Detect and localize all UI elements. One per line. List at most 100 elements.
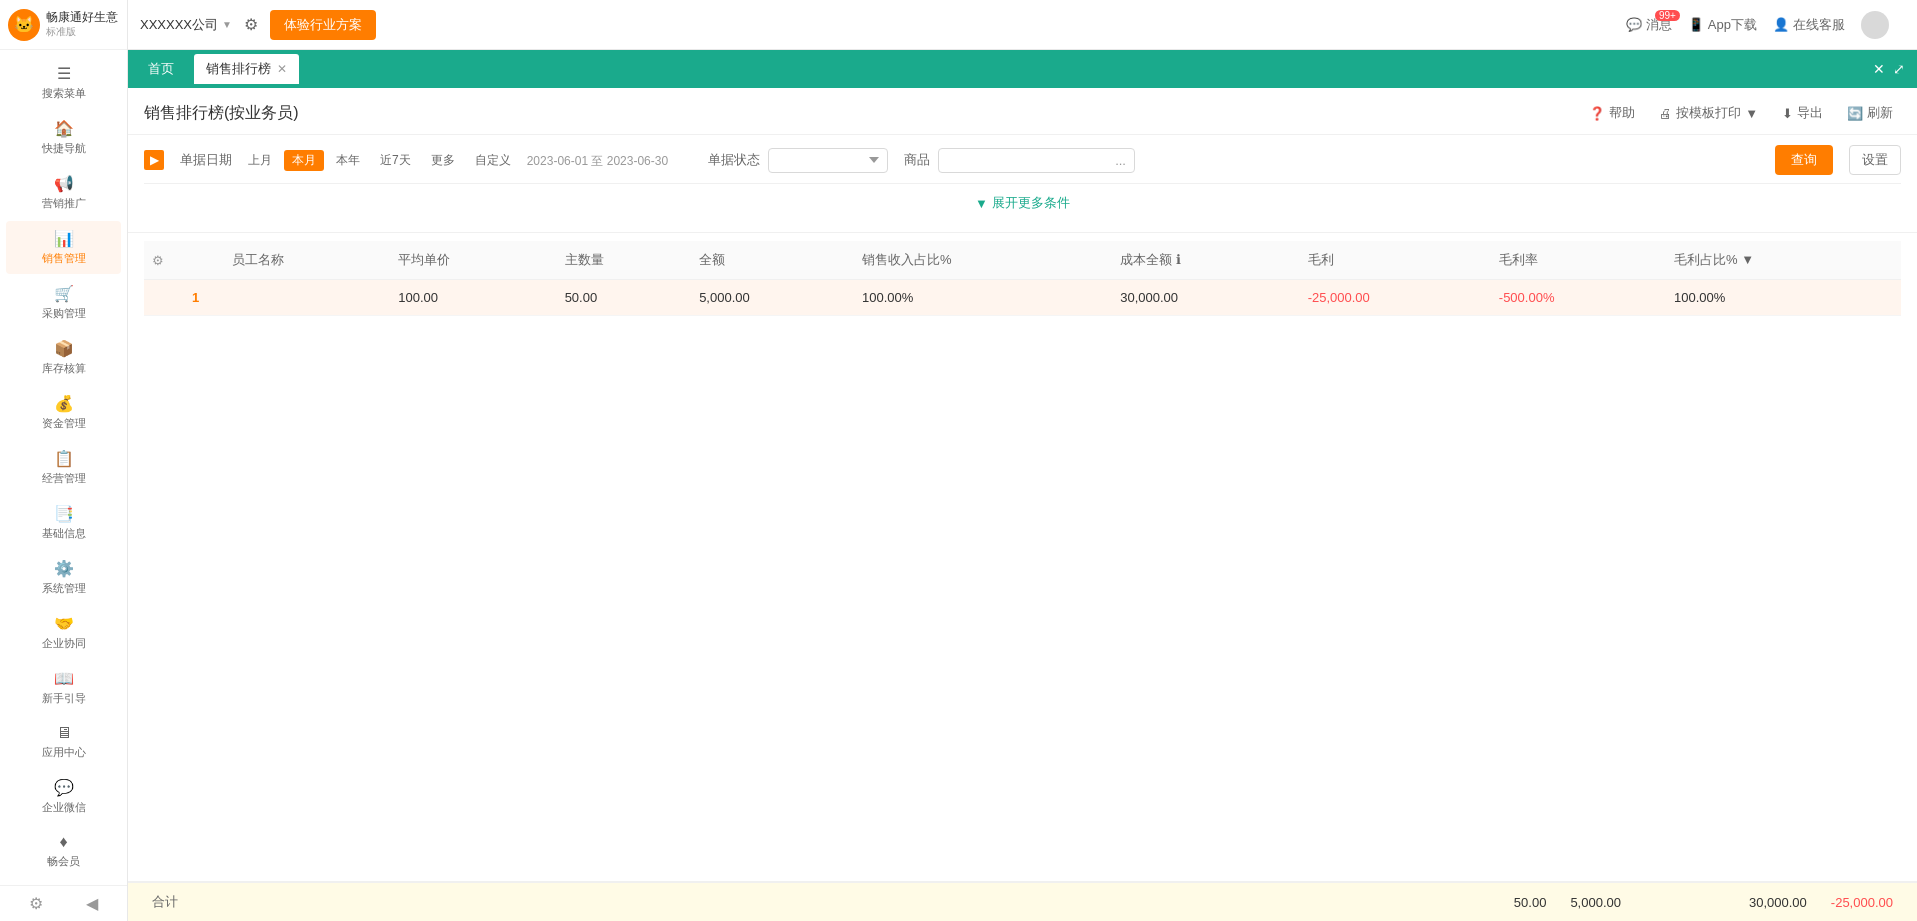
guide-icon: 📖	[54, 669, 74, 688]
settings-button[interactable]: 设置	[1849, 145, 1901, 175]
export-button[interactable]: ⬇ 导出	[1774, 100, 1831, 126]
sidebar-item-finance-label: 资金管理	[42, 416, 86, 431]
status-filter-group: 单据状态	[708, 148, 888, 173]
message-button[interactable]: 💬 消息 99+	[1626, 16, 1672, 34]
col-qty: 主数量	[557, 241, 692, 280]
sidebar-item-sales-label: 销售管理	[42, 251, 86, 266]
main-area: XXXXXX公司 ▼ ⚙ 体验行业方案 💬 消息 99+ 📱 App下载 👤 在…	[128, 0, 1917, 921]
date-tab-cur-month[interactable]: 本月	[284, 150, 324, 171]
sidebar-item-marketing[interactable]: 📢 营销推广	[6, 166, 121, 219]
date-filter-label: 单据日期	[180, 151, 232, 169]
refresh-icon: 🔄	[1847, 106, 1863, 121]
page-header: 销售排行榜(按业务员) ❓ 帮助 🖨 按模板打印 ▼ ⬇ 导出	[128, 88, 1917, 135]
tab-close-icon[interactable]: ✕	[277, 62, 287, 76]
sidebar-item-guide[interactable]: 📖 新手引导	[6, 661, 121, 714]
goods-input-more-icon[interactable]: ...	[1115, 153, 1126, 168]
sidebar-item-quicknav[interactable]: 🏠 快捷导航	[6, 111, 121, 164]
sidebar-collapse-button[interactable]: ◀	[86, 894, 98, 913]
goods-filter-group: 商品 ...	[904, 148, 1135, 173]
row-amount: 5,000.00	[691, 280, 854, 316]
expand-more-button[interactable]: ▼ 展开更多条件	[975, 188, 1070, 218]
purchase-icon: 🛒	[54, 284, 74, 303]
topbar-settings-icon[interactable]: ⚙	[244, 15, 258, 34]
col-profit-rate: 毛利率	[1491, 241, 1666, 280]
topbar-right: 💬 消息 99+ 📱 App下载 👤 在线客服	[1626, 11, 1905, 39]
avatar[interactable]	[1861, 11, 1889, 39]
inventory-icon: 📦	[54, 339, 74, 358]
sidebar-settings-button[interactable]: ⚙	[29, 894, 43, 913]
sidebar-item-member-label: 畅会员	[47, 854, 80, 869]
sidebar-item-inventory[interactable]: 📦 库存核算	[6, 331, 121, 384]
tab-sales-rank[interactable]: 销售排行榜 ✕	[194, 54, 299, 84]
refresh-label: 刷新	[1867, 104, 1893, 122]
goods-input[interactable]	[947, 153, 1115, 168]
trial-button[interactable]: 体验行业方案	[270, 10, 376, 40]
sidebar-item-basic[interactable]: 📑 基础信息	[6, 496, 121, 549]
finance-icon: 💰	[54, 394, 74, 413]
row-profit: -25,000.00	[1300, 280, 1491, 316]
date-tab-cur-year[interactable]: 本年	[328, 150, 368, 171]
col-rank	[184, 241, 224, 280]
online-service-button[interactable]: 👤 在线客服	[1773, 16, 1845, 34]
sidebar-item-collab[interactable]: 🤝 企业协同	[6, 606, 121, 659]
sidebar-item-wechat[interactable]: 💬 企业微信	[6, 770, 121, 823]
status-select[interactable]	[768, 148, 888, 173]
sidebar-item-basic-label: 基础信息	[42, 526, 86, 541]
col-employee-name: 员工名称	[224, 241, 390, 280]
message-badge: 99+	[1655, 10, 1680, 21]
row-profit-rate: -500.00%	[1491, 280, 1666, 316]
query-button[interactable]: 查询	[1775, 145, 1833, 175]
company-name: XXXXXX公司	[140, 16, 218, 34]
tab-home[interactable]: 首页	[132, 50, 190, 88]
goods-input-wrap: ...	[938, 148, 1135, 173]
refresh-button[interactable]: 🔄 刷新	[1839, 100, 1901, 126]
table-wrap: ⚙ 员工名称 平均单价 主数量	[128, 233, 1917, 881]
footer-label: 合计	[152, 893, 178, 911]
sidebar-item-operation[interactable]: 📋 经营管理	[6, 441, 121, 494]
logo-text: 畅康通好生意	[46, 10, 118, 26]
company-selector[interactable]: XXXXXX公司 ▼	[140, 16, 232, 34]
sidebar-item-member[interactable]: ♦ 畅会员	[6, 825, 121, 877]
col-profit: 毛利	[1300, 241, 1491, 280]
app-download-button[interactable]: 📱 App下载	[1688, 16, 1757, 34]
app-icon: 📱	[1688, 17, 1704, 32]
maximize-window-icon[interactable]: ⤢	[1893, 61, 1905, 77]
col-profit-pct: 毛利占比% ▼	[1666, 241, 1901, 280]
sidebar-item-purchase[interactable]: 🛒 采购管理	[6, 276, 121, 329]
sidebar-item-system-label: 系统管理	[42, 581, 86, 596]
sidebar-item-apps[interactable]: 🖥 应用中心	[6, 716, 121, 768]
footer-amount: 5,000.00	[1570, 895, 1621, 910]
sidebar-item-finance[interactable]: 💰 资金管理	[6, 386, 121, 439]
sidebar-item-purchase-label: 采购管理	[42, 306, 86, 321]
print-button[interactable]: 🖨 按模板打印 ▼	[1651, 100, 1766, 126]
goods-filter-label: 商品	[904, 151, 930, 169]
tab-sales-rank-label: 销售排行榜	[206, 60, 271, 78]
date-tab-custom[interactable]: 自定义	[467, 150, 519, 171]
page-actions: ❓ 帮助 🖨 按模板打印 ▼ ⬇ 导出 🔄 刷新	[1581, 100, 1901, 126]
col-settings: ⚙	[144, 241, 184, 280]
help-label: 帮助	[1609, 104, 1635, 122]
col-settings-icon[interactable]: ⚙	[152, 253, 164, 268]
logo-sub: 标准版	[46, 25, 118, 39]
sidebar-item-operation-label: 经营管理	[42, 471, 86, 486]
row-qty: 50.00	[557, 280, 692, 316]
table-row: 1 100.00 50.00 5,000.00 100.00% 30,000.0…	[144, 280, 1901, 316]
expand-more-label: 展开更多条件	[992, 194, 1070, 212]
filter-expand-icon[interactable]: ▶	[144, 150, 164, 170]
date-tab-more[interactable]: 更多	[423, 150, 463, 171]
content-area: 销售排行榜(按业务员) ❓ 帮助 🖨 按模板打印 ▼ ⬇ 导出	[128, 88, 1917, 921]
page-title: 销售排行榜(按业务员)	[144, 103, 299, 124]
sidebar-item-system[interactable]: ⚙️ 系统管理	[6, 551, 121, 604]
row-rank: 1	[184, 280, 224, 316]
date-tab-7days[interactable]: 近7天	[372, 150, 419, 171]
sidebar-item-search[interactable]: ☰ 搜索菜单	[6, 56, 121, 109]
sidebar-item-sales[interactable]: 📊 销售管理	[6, 221, 121, 274]
sidebar-item-apps-label: 应用中心	[42, 745, 86, 760]
date-tab-prev-month[interactable]: 上月	[240, 150, 280, 171]
date-tabs: 上月 本月 本年 近7天 更多 自定义	[240, 150, 519, 171]
row-cost: 30,000.00	[1112, 280, 1299, 316]
help-icon: ❓	[1589, 106, 1605, 121]
close-window-icon[interactable]: ✕	[1873, 61, 1885, 77]
export-icon: ⬇	[1782, 106, 1793, 121]
help-button[interactable]: ❓ 帮助	[1581, 100, 1643, 126]
